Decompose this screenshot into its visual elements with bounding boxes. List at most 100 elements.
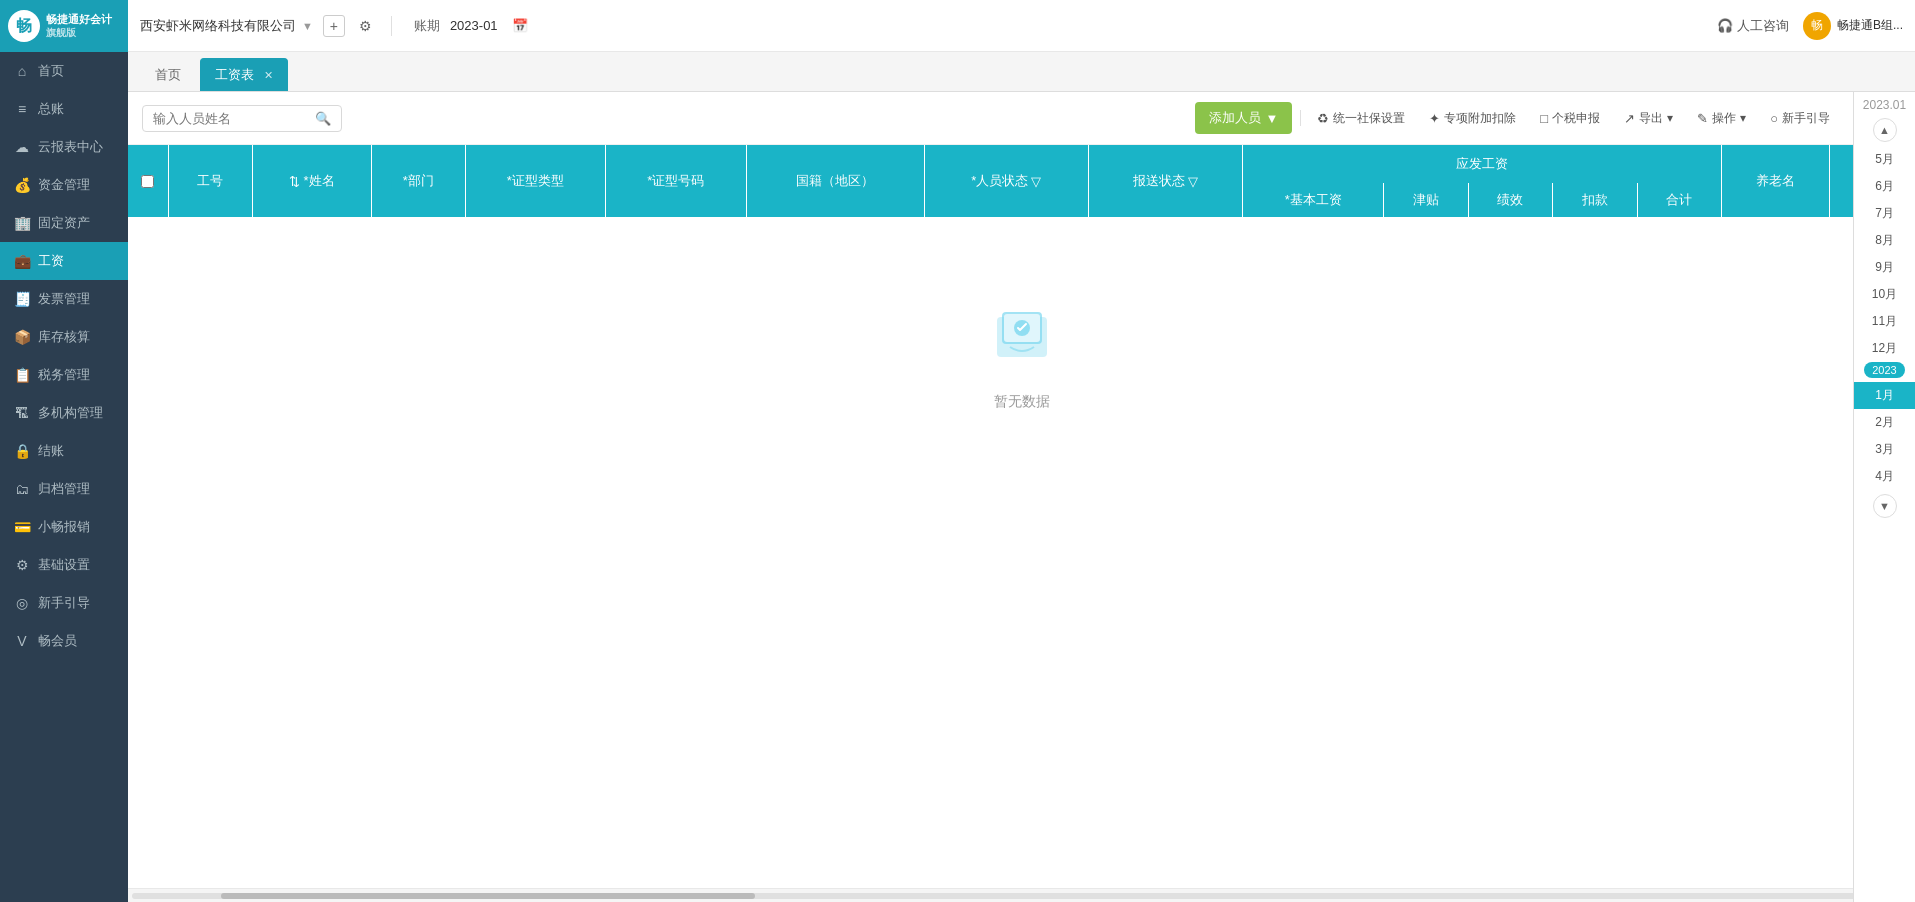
topbar: 西安虾米网络科技有限公司 ▼ + ⚙ 账期 2023-01 📅 🎧 人工咨询 畅… bbox=[128, 0, 1915, 52]
tab-close-button[interactable]: ✕ bbox=[264, 69, 273, 81]
sidebar: 畅 畅捷通好会计 旗舰版 ⌂ 首页 ≡ 总账 ☁ 云报表中心 💰 资金管理 🏢 … bbox=[0, 0, 128, 902]
search-input[interactable] bbox=[153, 111, 309, 126]
sidebar-item-tax[interactable]: 📋 税务管理 bbox=[0, 356, 128, 394]
personal-tax-button[interactable]: □ 个税申报 bbox=[1532, 105, 1608, 132]
inventory-icon: 📦 bbox=[14, 329, 30, 345]
assets-icon: 🏢 bbox=[14, 215, 30, 231]
sidebar-item-home[interactable]: ⌂ 首页 bbox=[0, 52, 128, 90]
year-2023-badge: 2023 bbox=[1864, 362, 1904, 378]
personal-tax-label: 个税申报 bbox=[1552, 110, 1600, 127]
tab-payroll[interactable]: 工资表 ✕ bbox=[200, 58, 288, 91]
sidebar-item-settings[interactable]: ⚙ 基础设置 bbox=[0, 546, 128, 584]
sidebar-label-inventory: 库存核算 bbox=[38, 328, 90, 346]
th-social-security: 养老名 bbox=[1722, 145, 1830, 217]
add-person-button[interactable]: 添加人员 ▼ bbox=[1195, 102, 1292, 134]
filter-icon-status: ▽ bbox=[1031, 174, 1041, 189]
sidebar-label-tax: 税务管理 bbox=[38, 366, 90, 384]
sidebar-label-multi-org: 多机构管理 bbox=[38, 404, 103, 422]
month-nav-down[interactable]: ▼ bbox=[1873, 494, 1897, 518]
special-deduction-button[interactable]: ✦ 专项附加扣除 bbox=[1421, 105, 1524, 132]
search-box[interactable]: 🔍 bbox=[142, 105, 342, 132]
customer-service-button[interactable]: 🎧 人工咨询 bbox=[1717, 17, 1789, 35]
add-company-button[interactable]: + bbox=[323, 15, 345, 37]
operations-icon: ✎ bbox=[1697, 111, 1708, 126]
sidebar-item-ledger[interactable]: ≡ 总账 bbox=[0, 90, 128, 128]
calendar-icon[interactable]: 📅 bbox=[512, 18, 528, 33]
sidebar-item-payroll[interactable]: 💼 工资 bbox=[0, 242, 128, 280]
month-item-3-2023[interactable]: 3月 bbox=[1854, 436, 1915, 463]
company-settings-button[interactable]: ⚙ bbox=[355, 15, 377, 37]
logo-text: 畅捷通好会计 bbox=[46, 12, 112, 26]
sidebar-item-archive[interactable]: 🗂 归档管理 bbox=[0, 470, 128, 508]
social-security-button[interactable]: ♻ 统一社保设置 bbox=[1309, 105, 1413, 132]
tab-home[interactable]: 首页 bbox=[140, 58, 196, 91]
month-item-10-2022[interactable]: 10月 bbox=[1854, 281, 1915, 308]
sidebar-item-guide[interactable]: ◎ 新手引导 bbox=[0, 584, 128, 622]
sidebar-label-invoice: 发票管理 bbox=[38, 290, 90, 308]
guide-btn-icon: ○ bbox=[1770, 111, 1778, 126]
sidebar-item-invoice[interactable]: 🧾 发票管理 bbox=[0, 280, 128, 318]
operations-label: 操作 bbox=[1712, 110, 1736, 127]
th-report-status[interactable]: 报送状态 ▽ bbox=[1088, 145, 1243, 217]
th-checkbox[interactable] bbox=[128, 145, 168, 217]
sidebar-item-funds[interactable]: 💰 资金管理 bbox=[0, 166, 128, 204]
th-deduction: 扣款 bbox=[1553, 183, 1638, 217]
toolbar-actions: 添加人员 ▼ ♻ 统一社保设置 ✦ 专项附加扣除 □ 个税申报 ↗ bbox=[1195, 102, 1901, 134]
sidebar-item-member[interactable]: V 畅会员 bbox=[0, 622, 128, 660]
logo-sub: 旗舰版 bbox=[46, 26, 112, 40]
sidebar-label-assets: 固定资产 bbox=[38, 214, 90, 232]
home-icon: ⌂ bbox=[14, 63, 30, 79]
sidebar-item-multi-org[interactable]: 🏗 多机构管理 bbox=[0, 394, 128, 432]
month-item-11-2022[interactable]: 11月 bbox=[1854, 308, 1915, 335]
toolbar-divider-1 bbox=[1300, 110, 1301, 126]
guide-label: 新手引导 bbox=[1782, 110, 1830, 127]
tab-payroll-label: 工资表 bbox=[215, 67, 254, 82]
close-period-icon: 🔒 bbox=[14, 443, 30, 459]
month-nav-up[interactable]: ▲ bbox=[1873, 118, 1897, 142]
archive-icon: 🗂 bbox=[14, 481, 30, 497]
select-all-checkbox[interactable] bbox=[141, 175, 154, 188]
scroll-thumb[interactable] bbox=[221, 893, 755, 899]
th-name[interactable]: ⇅ *姓名 bbox=[253, 145, 372, 217]
export-icon: ↗ bbox=[1624, 111, 1635, 126]
sidebar-item-expense[interactable]: 💳 小畅报销 bbox=[0, 508, 128, 546]
month-item-6-2022[interactable]: 6月 bbox=[1854, 173, 1915, 200]
guide-button[interactable]: ○ 新手引导 bbox=[1762, 105, 1838, 132]
sidebar-label-funds: 资金管理 bbox=[38, 176, 90, 194]
sidebar-item-close-period[interactable]: 🔒 结账 bbox=[0, 432, 128, 470]
expense-icon: 💳 bbox=[14, 519, 30, 535]
month-item-2-2023[interactable]: 2月 bbox=[1854, 409, 1915, 436]
sidebar-label-guide: 新手引导 bbox=[38, 594, 90, 612]
empty-state: 暂无数据 bbox=[128, 217, 1915, 491]
sidebar-label-ledger: 总账 bbox=[38, 100, 64, 118]
filter-icon-report: ▽ bbox=[1188, 174, 1198, 189]
month-item-1-2023[interactable]: 1月 bbox=[1854, 382, 1915, 409]
th-person-status[interactable]: *人员状态 ▽ bbox=[924, 145, 1088, 217]
horizontal-scrollbar[interactable] bbox=[128, 888, 1915, 902]
export-button[interactable]: ↗ 导出 ▾ bbox=[1616, 105, 1681, 132]
month-item-9-2022[interactable]: 9月 bbox=[1854, 254, 1915, 281]
period-value: 2023-01 bbox=[450, 18, 498, 33]
operations-button[interactable]: ✎ 操作 ▾ bbox=[1689, 105, 1754, 132]
personal-tax-icon: □ bbox=[1540, 111, 1548, 126]
sidebar-item-assets[interactable]: 🏢 固定资产 bbox=[0, 204, 128, 242]
company-selector[interactable]: 西安虾米网络科技有限公司 ▼ bbox=[140, 17, 313, 35]
invoice-icon: 🧾 bbox=[14, 291, 30, 307]
add-person-label: 添加人员 bbox=[1209, 109, 1261, 127]
th-employee-id: 工号 bbox=[168, 145, 253, 217]
user-menu[interactable]: 畅 畅捷通B组... bbox=[1803, 12, 1903, 40]
month-item-4-2023[interactable]: 4月 bbox=[1854, 463, 1915, 490]
sidebar-label-payroll: 工资 bbox=[38, 252, 64, 270]
month-item-12-2022[interactable]: 12月 bbox=[1854, 335, 1915, 362]
headset-icon: 🎧 bbox=[1717, 18, 1733, 33]
sidebar-item-cloud-report[interactable]: ☁ 云报表中心 bbox=[0, 128, 128, 166]
guide-icon: ◎ bbox=[14, 595, 30, 611]
chevron-down-icon: ▼ bbox=[302, 20, 313, 32]
dropdown-arrow-icon: ▼ bbox=[1265, 111, 1278, 126]
service-label: 人工咨询 bbox=[1737, 17, 1789, 35]
month-item-5-2022[interactable]: 5月 bbox=[1854, 146, 1915, 173]
month-item-8-2022[interactable]: 8月 bbox=[1854, 227, 1915, 254]
month-item-7-2022[interactable]: 7月 bbox=[1854, 200, 1915, 227]
sidebar-item-inventory[interactable]: 📦 库存核算 bbox=[0, 318, 128, 356]
sidebar-label-close-period: 结账 bbox=[38, 442, 64, 460]
